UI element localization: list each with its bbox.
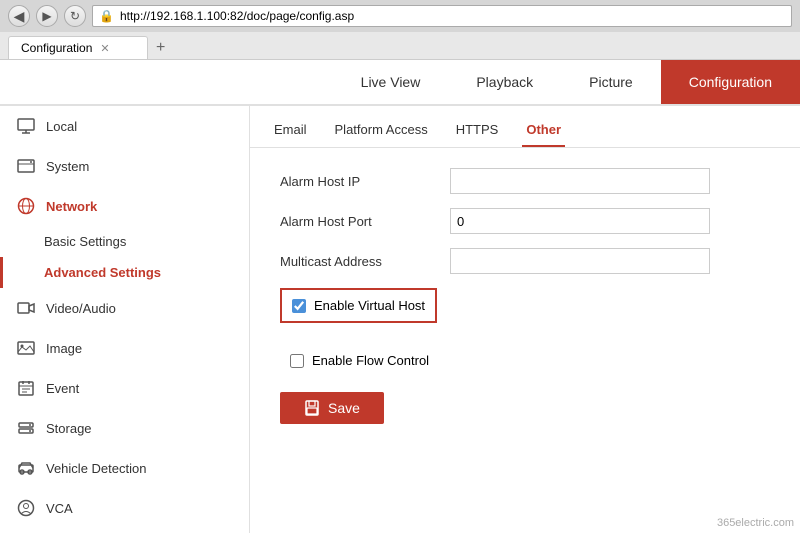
enable-virtual-host-checkbox[interactable] — [292, 299, 306, 313]
form-area: Alarm Host IP Alarm Host Port Multicast … — [250, 148, 800, 444]
sidebar-item-vehicle-detection[interactable]: Vehicle Detection — [0, 448, 249, 488]
alarm-host-port-row: Alarm Host Port — [280, 208, 770, 234]
video-icon — [16, 298, 36, 318]
tab-title: Configuration — [21, 41, 92, 55]
multicast-address-input[interactable] — [450, 248, 710, 274]
sidebar-label-video-audio: Video/Audio — [46, 301, 116, 316]
sidebar-item-network[interactable]: Network — [0, 186, 249, 226]
tab-bar: Configuration ✕ + — [0, 32, 800, 59]
tab-close-button[interactable]: ✕ — [100, 42, 109, 55]
address-bar[interactable]: 🔒 http://192.168.1.100:82/doc/page/confi… — [92, 5, 792, 27]
refresh-button[interactable]: ↻ — [64, 5, 86, 27]
back-button[interactable]: ◀ — [8, 5, 30, 27]
save-button[interactable]: Save — [280, 392, 384, 424]
enable-virtual-host-label: Enable Virtual Host — [314, 298, 425, 313]
app: Live View Playback Picture Configuration… — [0, 60, 800, 533]
save-label: Save — [328, 400, 360, 416]
watermark: 365electric.com — [717, 517, 794, 529]
sidebar-label-network: Network — [46, 199, 97, 214]
content-area: Email Platform Access HTTPS Other Alarm … — [250, 106, 800, 533]
sidebar-item-local[interactable]: Local — [0, 106, 249, 146]
sidebar-label-vehicle-detection: Vehicle Detection — [46, 461, 146, 476]
sidebar-sub-advanced-settings[interactable]: Advanced Settings — [0, 257, 249, 288]
image-icon — [16, 338, 36, 358]
vehicle-icon — [16, 458, 36, 478]
tab-https[interactable]: HTTPS — [452, 114, 503, 147]
sidebar-item-vca[interactable]: VCA — [0, 488, 249, 528]
browser-chrome: ◀ ▶ ↻ 🔒 http://192.168.1.100:82/doc/page… — [0, 0, 800, 60]
new-tab-button[interactable]: + — [150, 37, 171, 59]
globe-icon — [16, 196, 36, 216]
sidebar-label-image: Image — [46, 341, 82, 356]
alarm-host-ip-row: Alarm Host IP — [280, 168, 770, 194]
sidebar-item-image[interactable]: Image — [0, 328, 249, 368]
url-text: http://192.168.1.100:82/doc/page/config.… — [120, 9, 354, 23]
system-icon — [16, 156, 36, 176]
alarm-host-ip-input[interactable] — [450, 168, 710, 194]
enable-virtual-host-row: Enable Virtual Host — [280, 288, 437, 323]
alarm-host-ip-label: Alarm Host IP — [280, 174, 440, 189]
sidebar-item-storage[interactable]: Storage — [0, 408, 249, 448]
alarm-host-port-input[interactable] — [450, 208, 710, 234]
sidebar-label-storage: Storage — [46, 421, 92, 436]
forward-button[interactable]: ▶ — [36, 5, 58, 27]
nav-configuration[interactable]: Configuration — [661, 60, 800, 104]
storage-icon — [16, 418, 36, 438]
sidebar: Local System Network Basic Settings Adva… — [0, 106, 250, 533]
nav-picture[interactable]: Picture — [561, 60, 661, 104]
browser-toolbar: ◀ ▶ ↻ 🔒 http://192.168.1.100:82/doc/page… — [0, 0, 800, 32]
sidebar-item-video-audio[interactable]: Video/Audio — [0, 288, 249, 328]
top-nav: Live View Playback Picture Configuration — [0, 60, 800, 106]
event-icon — [16, 378, 36, 398]
alarm-host-port-label: Alarm Host Port — [280, 214, 440, 229]
sidebar-label-vca: VCA — [46, 501, 73, 516]
tab-email[interactable]: Email — [270, 114, 311, 147]
main-content: Local System Network Basic Settings Adva… — [0, 106, 800, 533]
tab-platform-access[interactable]: Platform Access — [331, 114, 432, 147]
sidebar-label-system: System — [46, 159, 89, 174]
sidebar-label-event: Event — [46, 381, 79, 396]
sidebar-item-event[interactable]: Event — [0, 368, 249, 408]
nav-playback[interactable]: Playback — [448, 60, 561, 104]
nav-live-view[interactable]: Live View — [333, 60, 449, 104]
enable-flow-control-label: Enable Flow Control — [312, 353, 429, 368]
tab-other[interactable]: Other — [522, 114, 565, 147]
save-icon — [304, 400, 320, 416]
multicast-address-row: Multicast Address — [280, 248, 770, 274]
browser-tab[interactable]: Configuration ✕ — [8, 36, 148, 59]
multicast-address-label: Multicast Address — [280, 254, 440, 269]
monitor-icon — [16, 116, 36, 136]
enable-flow-control-row: Enable Flow Control — [280, 345, 770, 376]
sidebar-label-local: Local — [46, 119, 77, 134]
sub-tabs: Email Platform Access HTTPS Other — [250, 106, 800, 148]
sidebar-sub-basic-settings[interactable]: Basic Settings — [0, 226, 249, 257]
enable-flow-control-checkbox[interactable] — [290, 354, 304, 368]
sidebar-item-system[interactable]: System — [0, 146, 249, 186]
vca-icon — [16, 498, 36, 518]
